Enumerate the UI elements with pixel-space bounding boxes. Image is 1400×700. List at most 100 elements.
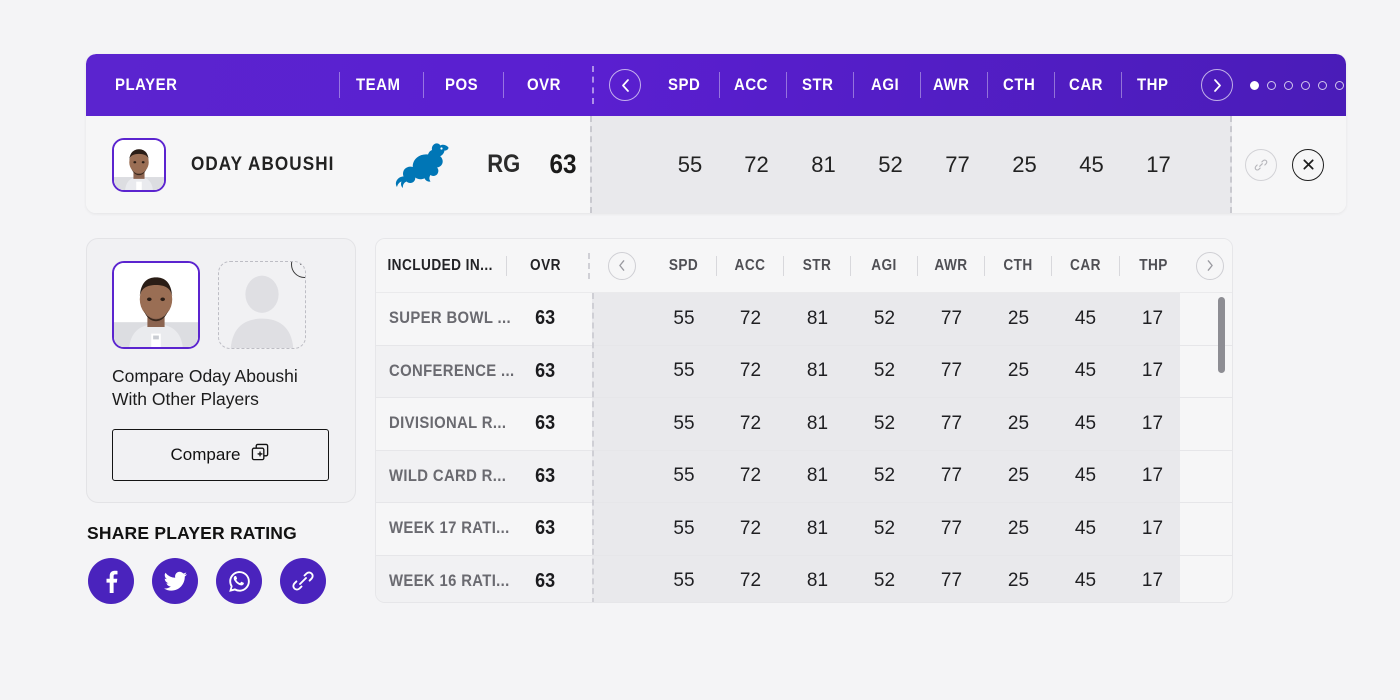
table-row[interactable]: WEEK 16 RATI... 63 55 72 81 52 77 25 45 … <box>376 555 1232 602</box>
row-ovr: 63 <box>534 464 556 487</box>
ratings-stats-prev-button[interactable] <box>608 251 636 280</box>
ratings-col-str[interactable]: STR <box>788 257 846 275</box>
ratings-scrollbar[interactable] <box>1218 297 1225 600</box>
compare-button-label: Compare <box>170 445 241 465</box>
player-ratings-page: PLAYER TEAM POS OVR SPD ACC STR AGI AWR … <box>0 0 1400 700</box>
row-stat-str: 81 <box>806 465 829 487</box>
row-stat-cth: 25 <box>1007 465 1030 487</box>
row-stat-cth: 25 <box>1007 307 1030 329</box>
ratings-col-ovr[interactable]: OVR <box>512 257 580 275</box>
player-stat-str: 81 <box>811 151 836 177</box>
table-row[interactable]: DIVISIONAL R... 63 55 72 81 52 77 25 45 … <box>376 398 1232 451</box>
ratings-header-dashed-divider <box>587 252 590 279</box>
pagination-dot-1[interactable] <box>1250 80 1259 90</box>
row-ovr: 63 <box>534 569 556 592</box>
table-row[interactable]: SUPER BOWL ... 63 55 72 81 52 77 25 45 1… <box>376 293 1232 346</box>
row-stat-agi: 52 <box>873 412 896 434</box>
player-table-header: PLAYER TEAM POS OVR SPD ACC STR AGI AWR … <box>86 54 1346 116</box>
copy-link-icon[interactable] <box>1244 148 1277 181</box>
ratings-col-thp[interactable]: THP <box>1124 257 1183 275</box>
compare-player-thumb[interactable] <box>112 261 200 349</box>
close-icon[interactable] <box>1292 148 1324 181</box>
ratings-col-awr[interactable]: AWR <box>922 257 980 275</box>
compare-stack-icon <box>251 443 270 467</box>
row-stat-thp: 17 <box>1141 517 1164 539</box>
ratings-col-agi[interactable]: AGI <box>855 257 913 275</box>
compare-panel: + Compare Oday Aboushi With Other Player… <box>86 238 356 503</box>
player-overall: 63 <box>549 149 578 179</box>
header-dashed-divider <box>591 66 594 104</box>
row-stat-spd: 55 <box>673 412 695 434</box>
compare-prompt: Compare Oday Aboushi With Other Players <box>112 365 330 411</box>
ratings-scrollbar-thumb[interactable] <box>1218 297 1225 373</box>
ratings-col-acc[interactable]: ACC <box>721 257 779 275</box>
compare-prompt-line1: Compare Oday Aboushi <box>112 366 298 386</box>
stats-prev-button[interactable] <box>609 69 641 101</box>
ratings-stats-next-button[interactable] <box>1195 251 1224 280</box>
row-label: SUPER BOWL ... <box>389 309 511 328</box>
column-header-team[interactable]: TEAM <box>356 75 400 95</box>
row-stat-car: 45 <box>1074 570 1097 592</box>
compare-add-slot[interactable]: + <box>218 261 306 349</box>
row-stat-awr: 77 <box>940 517 963 539</box>
pagination-dot-4[interactable] <box>1301 80 1310 90</box>
column-header-player[interactable]: PLAYER <box>115 75 177 95</box>
row-stat-acc: 72 <box>739 360 762 382</box>
column-header-acc[interactable]: ACC <box>734 75 768 95</box>
ratings-col-cth[interactable]: CTH <box>989 257 1047 275</box>
pagination-dot-2[interactable] <box>1267 80 1276 90</box>
column-header-cth[interactable]: CTH <box>1003 75 1035 95</box>
stats-pagination-dots[interactable] <box>1250 80 1346 90</box>
table-row[interactable]: CONFERENCE ... 63 55 72 81 52 77 25 45 1… <box>376 345 1232 398</box>
player-avatar[interactable] <box>111 137 166 192</box>
ratings-table-body: SUPER BOWL ... 63 55 72 81 52 77 25 45 1… <box>376 293 1232 602</box>
player-card: PLAYER TEAM POS OVR SPD ACC STR AGI AWR … <box>86 54 1346 213</box>
ratings-col-car[interactable]: CAR <box>1056 257 1115 275</box>
table-row[interactable]: WILD CARD R... 63 55 72 81 52 77 25 45 1… <box>376 450 1232 503</box>
column-header-awr[interactable]: AWR <box>933 75 969 95</box>
row-stat-thp: 17 <box>1141 360 1164 382</box>
row-stat-awr: 77 <box>940 570 963 592</box>
column-header-spd[interactable]: SPD <box>668 75 700 95</box>
row-stat-cth: 25 <box>1007 412 1030 434</box>
pagination-dot-5[interactable] <box>1318 80 1327 90</box>
row-stat-agi: 52 <box>873 517 896 539</box>
compare-prompt-line2: With Other Players <box>112 389 259 410</box>
row-stat-acc: 72 <box>739 517 762 539</box>
twitter-share-icon[interactable] <box>152 558 198 604</box>
compare-button[interactable]: Compare <box>112 429 329 482</box>
facebook-share-icon[interactable] <box>88 558 134 604</box>
row-stat-thp: 17 <box>1141 412 1164 434</box>
column-header-car[interactable]: CAR <box>1069 75 1103 95</box>
copy-link-share-icon[interactable] <box>280 558 326 604</box>
row-stat-spd: 55 <box>673 360 695 382</box>
row-stat-str: 81 <box>806 360 829 382</box>
row-stat-car: 45 <box>1074 465 1097 487</box>
ratings-header-divider <box>1051 255 1052 276</box>
row-stat-thp: 17 <box>1141 465 1164 487</box>
column-header-thp[interactable]: THP <box>1137 75 1169 95</box>
row-stat-spd: 55 <box>673 307 695 329</box>
row-stat-str: 81 <box>806 307 829 329</box>
row-stat-str: 81 <box>806 412 829 434</box>
stats-next-button[interactable] <box>1201 69 1233 101</box>
row-ovr: 63 <box>534 517 556 540</box>
pagination-dot-6[interactable] <box>1335 80 1344 90</box>
row-stat-agi: 52 <box>873 360 896 382</box>
player-row[interactable]: ODAY ABOUSHI RG 63 55 72 81 52 77 25 45 … <box>86 116 1346 213</box>
pagination-dot-3[interactable] <box>1284 80 1293 90</box>
row-stat-cth: 25 <box>1007 570 1030 592</box>
whatsapp-share-icon[interactable] <box>216 558 262 604</box>
ratings-col-spd[interactable]: SPD <box>655 257 712 275</box>
player-stat-spd: 55 <box>677 151 703 177</box>
column-header-ovr[interactable]: OVR <box>527 75 561 95</box>
row-stat-spd: 55 <box>673 570 695 592</box>
row-stat-agi: 52 <box>873 307 896 329</box>
column-header-pos[interactable]: POS <box>445 75 478 95</box>
column-header-agi[interactable]: AGI <box>871 75 899 95</box>
table-row[interactable]: WEEK 17 RATI... 63 55 72 81 52 77 25 45 … <box>376 503 1232 556</box>
ratings-col-included-in[interactable]: INCLUDED IN... <box>376 257 492 275</box>
column-header-str[interactable]: STR <box>802 75 834 95</box>
row-stat-awr: 77 <box>940 360 963 382</box>
player-name[interactable]: ODAY ABOUSHI <box>191 154 334 176</box>
